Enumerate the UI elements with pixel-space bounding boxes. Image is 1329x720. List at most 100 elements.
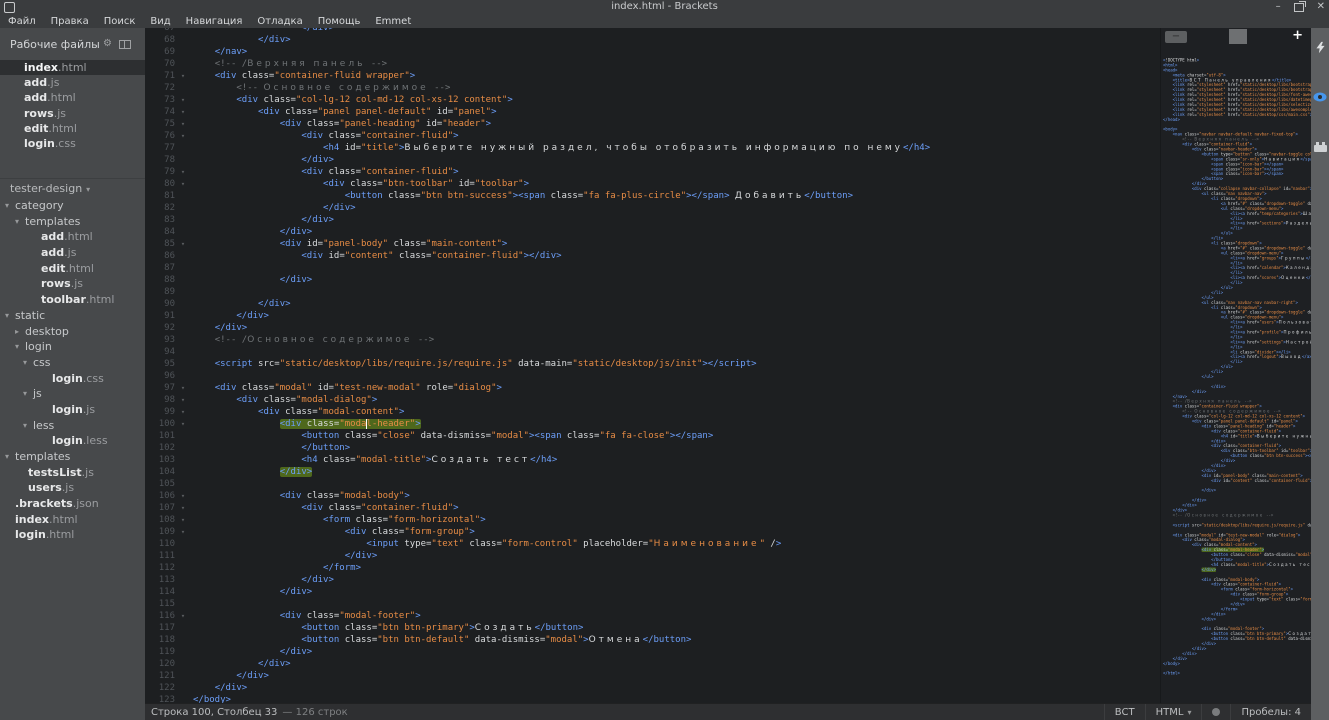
code-line-75[interactable]: 75 ▾ <div class="panel-heading" id="heade… [145, 118, 1160, 130]
code-line-115[interactable]: 115 [145, 598, 1160, 610]
chevron-down-icon[interactable]: ▾ [5, 198, 9, 214]
code-line-92[interactable]: 92 </div> [145, 322, 1160, 334]
chevron-down-icon[interactable]: ▾ [23, 355, 27, 371]
tree-item-category[interactable]: ▾ category [0, 198, 145, 214]
code-line-122[interactable]: 122 </div> [145, 682, 1160, 694]
code-line-99[interactable]: 99 ▾ <div class="modal-content"> [145, 406, 1160, 418]
fold-arrow-icon[interactable]: ▾ [175, 118, 191, 130]
code-line-114[interactable]: 114 </div> [145, 586, 1160, 598]
code-line-105[interactable]: 105 [145, 478, 1160, 490]
tree-item-users.js[interactable]: users.js [0, 480, 145, 496]
code-line-91[interactable]: 91 </div> [145, 310, 1160, 322]
tree-item-.brackets.json[interactable]: .brackets.json [0, 496, 145, 512]
code-line-76[interactable]: 76 ▾ <div class="container-fluid"> [145, 130, 1160, 142]
code-line-94[interactable]: 94 [145, 346, 1160, 358]
code-line-70[interactable]: 70 <!-- /Верхняя панель --> [145, 58, 1160, 70]
working-file-add.js[interactable]: add.js [0, 75, 145, 90]
fold-arrow-icon[interactable]: ▾ [175, 394, 191, 406]
code-line-96[interactable]: 96 [145, 370, 1160, 382]
live-highlight-eye-icon[interactable] [1313, 90, 1327, 104]
fold-arrow-icon[interactable]: ▾ [175, 382, 191, 394]
code-line-93[interactable]: 93 <!-- /Основное содержимое --> [145, 334, 1160, 346]
minimap-slider[interactable] [1229, 29, 1247, 44]
minimap-content[interactable]: <!DOCTYPE html> <html> <head> <meta charse… [1163, 58, 1311, 681]
code-line-83[interactable]: 83 </div> [145, 214, 1160, 226]
code-line-118[interactable]: 118 <button class="btn btn-default" data… [145, 634, 1160, 646]
code-editor[interactable]: 67 </div> 68 </div> 69 </nav> 70 <!-- /Верх… [145, 28, 1160, 703]
fold-arrow-icon[interactable]: ▾ [175, 490, 191, 502]
code-line-69[interactable]: 69 </nav> [145, 46, 1160, 58]
code-line-88[interactable]: 88 </div> [145, 274, 1160, 286]
lint-status-indicator[interactable] [1201, 704, 1230, 720]
tree-item-templates[interactable]: ▾ templates [0, 214, 145, 230]
code-line-120[interactable]: 120 </div> [145, 658, 1160, 670]
code-line-72[interactable]: 72 <!-- Основное содержимое --> [145, 82, 1160, 94]
code-line-102[interactable]: 102 </button> [145, 442, 1160, 454]
code-line-90[interactable]: 90 </div> [145, 298, 1160, 310]
project-dropdown[interactable]: tester-design ▾ [0, 178, 145, 195]
menu-item-навигация[interactable]: Навигация [186, 16, 243, 27]
tree-item-login.css[interactable]: login.css [0, 371, 145, 387]
code-line-111[interactable]: 111 </div> [145, 550, 1160, 562]
fold-arrow-icon[interactable]: ▾ [175, 94, 191, 106]
insert-mode-indicator[interactable]: ВСТ [1103, 704, 1145, 720]
code-line-121[interactable]: 121 </div> [145, 670, 1160, 682]
extension-manager-brick-icon[interactable] [1313, 140, 1327, 154]
tree-item-login.html[interactable]: login.html [0, 527, 145, 543]
minimap-zoom-in-button[interactable]: + [1292, 29, 1303, 43]
code-line-106[interactable]: 106 ▾ <div class="modal-body"> [145, 490, 1160, 502]
live-preview-lightning-icon[interactable] [1313, 40, 1327, 54]
maximize-button[interactable] [1293, 0, 1306, 12]
fold-arrow-icon[interactable]: ▾ [175, 106, 191, 118]
minimize-button[interactable]: – [1276, 0, 1281, 14]
tree-item-login.less[interactable]: login.less [0, 433, 145, 449]
code-line-78[interactable]: 78 </div> [145, 154, 1160, 166]
chevron-down-icon[interactable]: ▾ [5, 449, 9, 465]
tree-item-index.html[interactable]: index.html [0, 512, 145, 528]
tree-item-add.html[interactable]: add.html [0, 229, 145, 245]
fold-arrow-icon[interactable]: ▾ [175, 178, 191, 190]
language-dropdown[interactable]: HTML ▾ [1144, 704, 1202, 720]
tree-item-css[interactable]: ▾ css [0, 355, 145, 371]
chevron-down-icon[interactable]: ▾ [23, 386, 27, 402]
code-line-119[interactable]: 119 </div> [145, 646, 1160, 658]
minimap-zoom-out-button[interactable]: − [1165, 31, 1187, 43]
code-line-77[interactable]: 77 <h4 id="title">Выберите нужный раздел… [145, 142, 1160, 154]
tree-item-desktop[interactable]: ▸ desktop [0, 324, 145, 340]
tree-item-toolbar.html[interactable]: toolbar.html [0, 292, 145, 308]
fold-arrow-icon[interactable]: ▾ [175, 166, 191, 178]
tree-item-js[interactable]: ▾ js [0, 386, 145, 402]
fold-arrow-icon[interactable]: ▾ [175, 514, 191, 526]
fold-arrow-icon[interactable]: ▾ [175, 130, 191, 142]
code-line-73[interactable]: 73 ▾ <div class="col-lg-12 col-md-12 col-… [145, 94, 1160, 106]
menu-item-отладка[interactable]: Отладка [257, 16, 302, 27]
tree-item-login.js[interactable]: login.js [0, 402, 145, 418]
fold-arrow-icon[interactable]: ▾ [175, 70, 191, 82]
code-line-74[interactable]: 74 ▾ <div class="panel panel-default" id=… [145, 106, 1160, 118]
tree-item-less[interactable]: ▾ less [0, 418, 145, 434]
code-line-85[interactable]: 85 ▾ <div id="panel-body" class="main-con… [145, 238, 1160, 250]
code-line-112[interactable]: 112 </form> [145, 562, 1160, 574]
tree-item-static[interactable]: ▾ static [0, 308, 145, 324]
fold-arrow-icon[interactable]: ▾ [175, 418, 191, 430]
gear-icon[interactable]: ⚙ [103, 38, 112, 50]
menu-item-помощь[interactable]: Помощь [318, 16, 361, 27]
tree-item-login[interactable]: ▾ login [0, 339, 145, 355]
working-file-rows.js[interactable]: rows.js [0, 106, 145, 121]
code-line-87[interactable]: 87 [145, 262, 1160, 274]
menu-item-файл[interactable]: Файл [8, 16, 36, 27]
code-line-81[interactable]: 81 <button class="btn btn-success"><span… [145, 190, 1160, 202]
code-line-107[interactable]: 107 ▾ <div class="container-fluid"> [145, 502, 1160, 514]
menu-item-emmet[interactable]: Emmet [375, 16, 411, 27]
tree-item-rows.js[interactable]: rows.js [0, 276, 145, 292]
code-line-108[interactable]: 108 ▾ <form class="form-horizontal"> [145, 514, 1160, 526]
split-view-icon[interactable] [119, 39, 131, 49]
code-line-71[interactable]: 71 ▾ <div class="container-fluid wrapper"… [145, 70, 1160, 82]
menu-item-поиск[interactable]: Поиск [104, 16, 136, 27]
tree-item-testsList.js[interactable]: testsList.js [0, 465, 145, 481]
code-line-101[interactable]: 101 <button class="close" data-dismiss="… [145, 430, 1160, 442]
tree-item-add.js[interactable]: add.js [0, 245, 145, 261]
tree-item-edit.html[interactable]: edit.html [0, 261, 145, 277]
fold-arrow-icon[interactable]: ▾ [175, 526, 191, 538]
chevron-down-icon[interactable]: ▾ [15, 339, 19, 355]
